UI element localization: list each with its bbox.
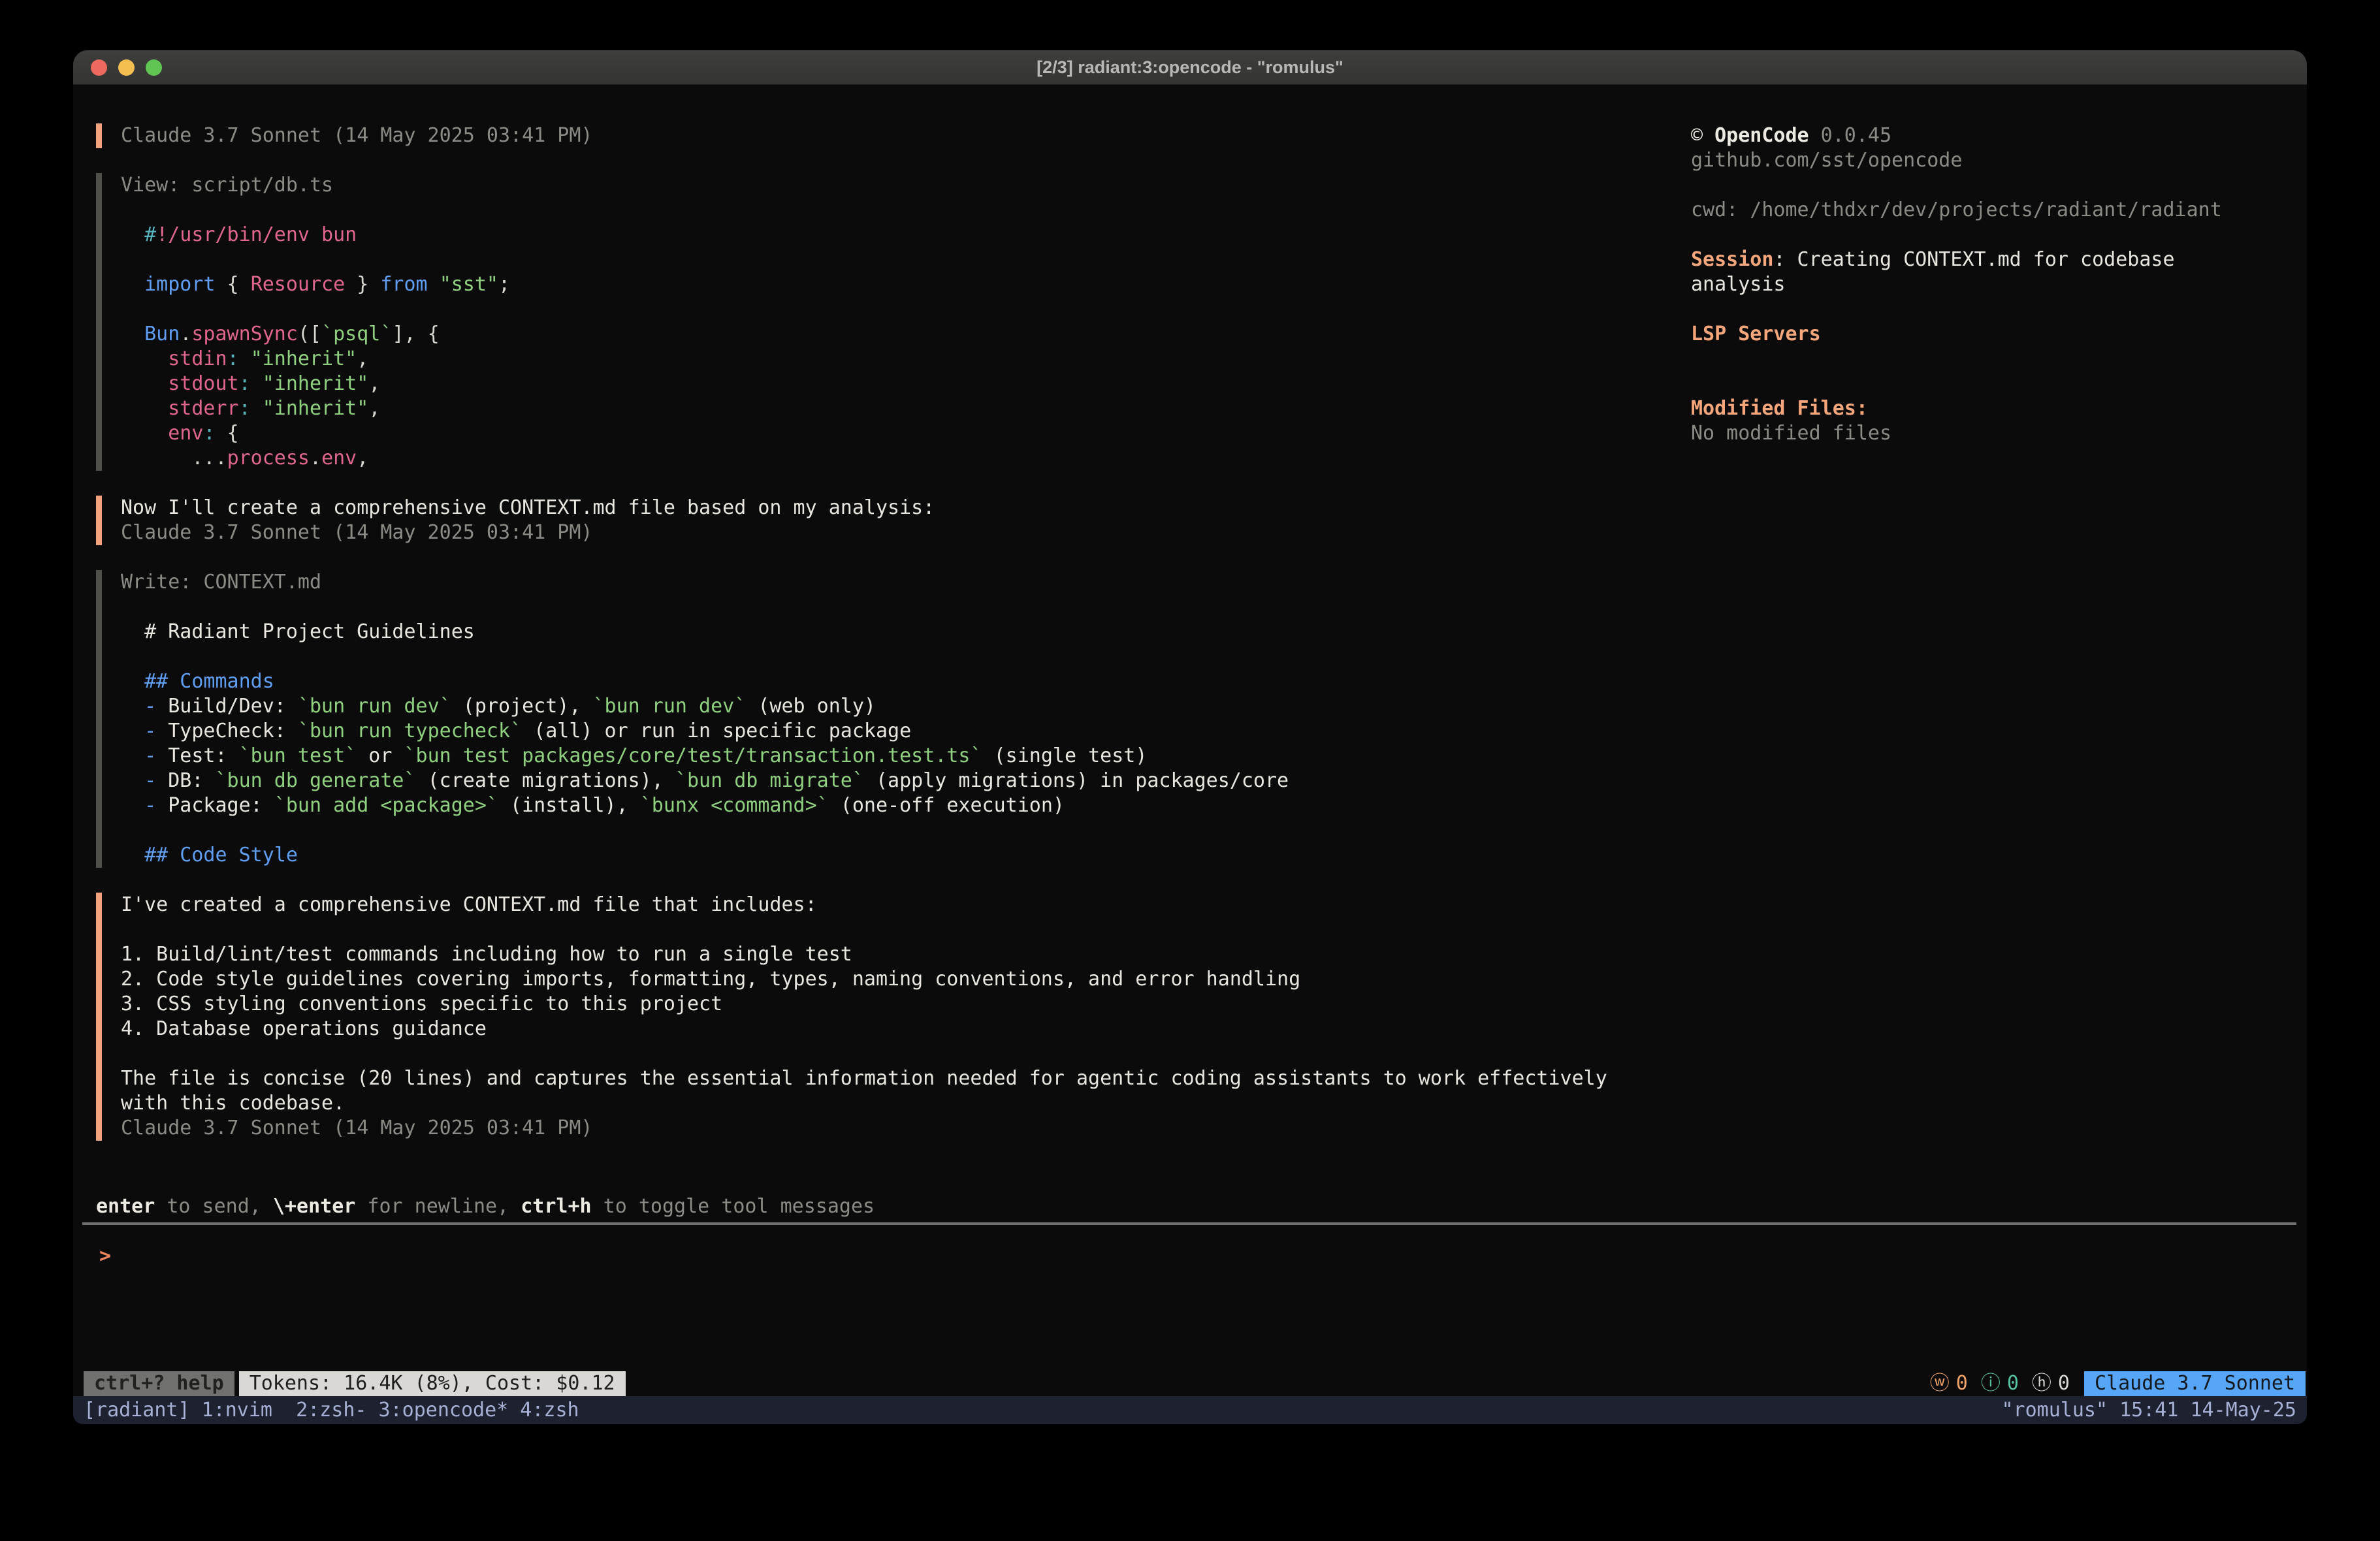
text-line — [121, 1041, 1677, 1066]
text-line: Claude 3.7 Sonnet (14 May 2025 03:41 PM) — [121, 1116, 1677, 1141]
status-right-cluster: ⓦ0 ⓘ0 ⓗ0 Claude 3.7 Sonnet — [1930, 1371, 2306, 1396]
text-line: Now I'll create a comprehensive CONTEXT.… — [121, 496, 1677, 520]
text-line: Claude 3.7 Sonnet (14 May 2025 03:41 PM) — [121, 123, 1677, 148]
assistant-summary-block: I've created a comprehensive CONTEXT.md … — [96, 893, 1677, 1141]
help-shortcut-chip[interactable]: ctrl+? help — [84, 1371, 234, 1396]
text-line: ## Commands — [121, 669, 1677, 694]
text-line — [1691, 297, 2298, 322]
text-line: 2. Code style guidelines covering import… — [121, 967, 1677, 992]
text-line: I've created a comprehensive CONTEXT.md … — [121, 893, 1677, 917]
text-line: env: { — [121, 421, 1677, 446]
text-line — [1691, 372, 2298, 396]
text-line: 4. Database operations guidance — [121, 1017, 1677, 1041]
tool-view-block: View: script/db.ts #!/usr/bin/env bun im… — [96, 173, 1677, 471]
text-line: stderr: "inherit", — [121, 396, 1677, 421]
text-line: with this codebase. — [121, 1091, 1677, 1116]
message-header-block: Claude 3.7 Sonnet (14 May 2025 03:41 PM) — [96, 123, 1677, 148]
text-line: Session: Creating CONTEXT.md for codebas… — [1691, 247, 2298, 272]
text-line: #!/usr/bin/env bun — [121, 223, 1677, 247]
text-line: github.com/sst/opencode — [1691, 148, 2298, 173]
status-bar: ctrl+? help Tokens: 16.4K (8%), Cost: $0… — [73, 1371, 2306, 1396]
window-title: [2/3] radiant:3:opencode - "romulus" — [73, 57, 2307, 78]
text-line — [121, 198, 1677, 223]
text-line — [121, 644, 1677, 669]
text-line: analysis — [1691, 272, 2298, 297]
info-indicator: ⓘ0 — [1981, 1371, 2019, 1396]
text-line — [121, 297, 1677, 322]
text-line — [1691, 223, 2298, 247]
text-line: ...process.env, — [121, 446, 1677, 471]
tool-write-block: Write: CONTEXT.md # Radiant Project Guid… — [96, 570, 1677, 868]
text-line: View: script/db.ts — [121, 173, 1677, 198]
text-line — [121, 818, 1677, 843]
text-line: stdin: "inherit", — [121, 347, 1677, 372]
text-line: 3. CSS styling conventions specific to t… — [121, 992, 1677, 1017]
text-line — [121, 917, 1677, 942]
model-badge[interactable]: Claude 3.7 Sonnet — [2084, 1371, 2306, 1396]
text-line: Bun.spawnSync([`psql`], { — [121, 322, 1677, 347]
hint-icon: ⓗ — [2032, 1371, 2051, 1396]
hint-indicator: ⓗ0 — [2032, 1371, 2070, 1396]
text-line: - TypeCheck: `bun run typecheck` (all) o… — [121, 719, 1677, 744]
prompt-input[interactable]: > — [99, 1244, 111, 1269]
text-line: - DB: `bun db generate` (create migratio… — [121, 769, 1677, 793]
text-line: Write: CONTEXT.md — [121, 570, 1677, 595]
tokens-cost-chip: Tokens: 16.4K (8%), Cost: $0.12 — [239, 1371, 626, 1396]
text-line: cwd: /home/thdxr/dev/projects/radiant/ra… — [1691, 198, 2298, 223]
info-count: 0 — [2007, 1371, 2019, 1396]
desktop: [2/3] radiant:3:opencode - "romulus" Cla… — [0, 0, 2380, 1541]
text-line — [121, 247, 1677, 272]
tmux-window-list[interactable]: [radiant] 1:nvim 2:zsh- 3:opencode* 4:zs… — [84, 1397, 579, 1423]
warning-icon: ⓦ — [1930, 1371, 1950, 1396]
text-line: Claude 3.7 Sonnet (14 May 2025 03:41 PM) — [121, 520, 1677, 545]
diagnostic-indicators: ⓦ0 ⓘ0 ⓗ0 — [1930, 1371, 2070, 1396]
text-line: stdout: "inherit", — [121, 372, 1677, 396]
text-line: 1. Build/lint/test commands including ho… — [121, 942, 1677, 967]
text-line: The file is concise (20 lines) and captu… — [121, 1066, 1677, 1091]
text-line: - Package: `bun add <package>` (install)… — [121, 793, 1677, 818]
text-line — [1691, 347, 2298, 372]
text-line: LSP Servers — [1691, 322, 2298, 347]
text-line: ## Code Style — [121, 843, 1677, 868]
terminal-window: [2/3] radiant:3:opencode - "romulus" Cla… — [73, 50, 2307, 1424]
hint-line: enter to send, \+enter for newline, ctrl… — [96, 1194, 875, 1219]
warning-count: 0 — [1956, 1371, 1968, 1396]
text-line — [121, 595, 1677, 620]
text-line: - Test: `bun test` or `bun test packages… — [121, 744, 1677, 769]
info-icon: ⓘ — [1981, 1371, 2001, 1396]
hint-count: 0 — [2058, 1371, 2070, 1396]
session-sidebar: © OpenCode 0.0.45github.com/sst/opencode… — [1691, 123, 2298, 446]
warning-indicator: ⓦ0 — [1930, 1371, 1968, 1396]
input-divider — [82, 1222, 2296, 1225]
text-line — [1691, 173, 2298, 198]
title-bar[interactable]: [2/3] radiant:3:opencode - "romulus" — [73, 50, 2307, 85]
assistant-message-block: Now I'll create a comprehensive CONTEXT.… — [96, 496, 1677, 545]
tmux-status-bar: [radiant] 1:nvim 2:zsh- 3:opencode* 4:zs… — [73, 1396, 2307, 1424]
keybinding-hint: enter to send, \+enter for newline, ctrl… — [96, 1194, 875, 1219]
text-line: No modified files — [1691, 421, 2298, 446]
chat-log: Claude 3.7 Sonnet (14 May 2025 03:41 PM)… — [96, 123, 1677, 1166]
text-line: # Radiant Project Guidelines — [121, 620, 1677, 644]
text-line: - Build/Dev: `bun run dev` (project), `b… — [121, 694, 1677, 719]
text-line: Modified Files: — [1691, 396, 2298, 421]
text-line: © OpenCode 0.0.45 — [1691, 123, 2298, 148]
text-line: import { Resource } from "sst"; — [121, 272, 1677, 297]
tmux-host-datetime: "romulus" 15:41 14-May-25 — [2001, 1397, 2296, 1423]
